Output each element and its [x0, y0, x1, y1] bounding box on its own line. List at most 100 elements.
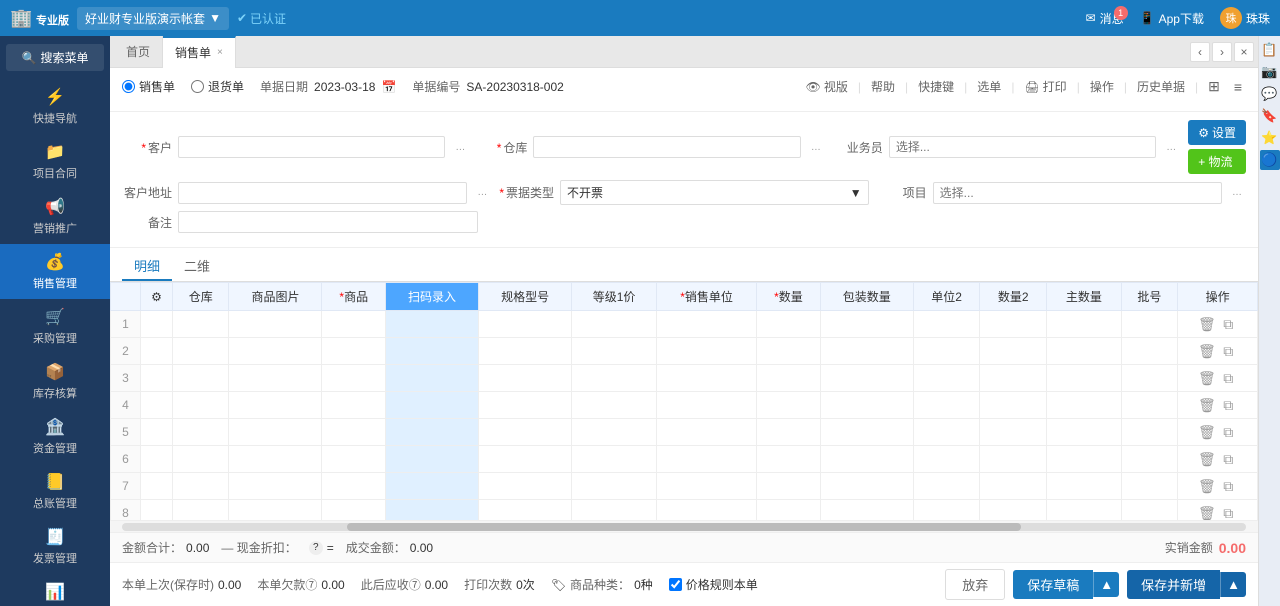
row-sales-unit-col[interactable]: [657, 365, 757, 392]
row-batch-entry-col[interactable]: [386, 419, 479, 446]
row-product-col[interactable]: [322, 473, 386, 500]
row-spec-col[interactable]: [479, 311, 572, 338]
warehouse-dots-button[interactable]: …: [807, 142, 825, 153]
row-copy-icon[interactable]: ⧉: [1219, 369, 1237, 387]
save-new-button[interactable]: 保存并新增: [1127, 570, 1220, 599]
scrollbar-track[interactable]: [122, 523, 1246, 531]
table-row[interactable]: 4 🗑 ⧉: [111, 392, 1258, 419]
print-button[interactable]: 🖨 打印: [1020, 76, 1070, 97]
row-copy-icon[interactable]: ⧉: [1219, 477, 1237, 495]
right-panel-icon-1[interactable]: 📋: [1260, 40, 1280, 60]
sidebar-item-general-ledger[interactable]: 📒 总账管理: [0, 464, 110, 519]
row-sales-unit-col[interactable]: [657, 392, 757, 419]
note-input[interactable]: [178, 211, 478, 233]
address-input[interactable]: [178, 182, 467, 204]
row-delete-icon[interactable]: 🗑: [1198, 342, 1216, 360]
sidebar-item-inventory[interactable]: 📦 库存核算: [0, 354, 110, 409]
row-price1-col[interactable]: [572, 473, 657, 500]
row-sales-unit-col[interactable]: [657, 446, 757, 473]
row-warehouse-col[interactable]: [173, 311, 229, 338]
sidebar-item-marketing[interactable]: 📢 营销推广: [0, 189, 110, 244]
row-price1-col[interactable]: [572, 419, 657, 446]
row-unit2-col[interactable]: [913, 338, 980, 365]
tab-sales[interactable]: 销售单 ×: [163, 36, 236, 68]
sidebar-item-project[interactable]: 📁 项目合同: [0, 134, 110, 189]
row-unit2-col[interactable]: [913, 500, 980, 521]
row-main-qty-col[interactable]: [1046, 392, 1121, 419]
tab-home[interactable]: 首页: [114, 36, 163, 68]
tab-close-button[interactable]: ×: [217, 47, 223, 58]
row-quantity-col[interactable]: [757, 338, 821, 365]
row-batch-entry-col[interactable]: [386, 500, 479, 521]
row-copy-icon[interactable]: ⧉: [1219, 315, 1237, 333]
row-spec-col[interactable]: [479, 365, 572, 392]
row-batch-col[interactable]: [1121, 338, 1177, 365]
table-row[interactable]: 3 🗑 ⧉: [111, 365, 1258, 392]
calendar-icon[interactable]: 📅: [381, 80, 396, 94]
row-copy-icon[interactable]: ⧉: [1219, 423, 1237, 441]
row-pack-qty-col[interactable]: [820, 419, 913, 446]
sidebar-item-capital[interactable]: 🏦 资金管理: [0, 409, 110, 464]
table-container[interactable]: ⚙ 仓库 商品图片 *商品 扫码录入 规格型号 等级1价 *销售单位 *数量: [110, 282, 1258, 520]
row-spec-col[interactable]: [479, 473, 572, 500]
row-product-col[interactable]: [322, 446, 386, 473]
history-button[interactable]: 历史单据: [1133, 76, 1189, 97]
row-product-col[interactable]: [322, 419, 386, 446]
row-delete-icon[interactable]: 🗑: [1198, 504, 1216, 520]
view-button[interactable]: 👁 视版: [802, 76, 852, 97]
row-warehouse-col[interactable]: [173, 365, 229, 392]
abandon-button[interactable]: 放弃: [945, 569, 1005, 600]
row-quantity-col[interactable]: [757, 446, 821, 473]
row-batch-entry-col[interactable]: [386, 365, 479, 392]
sidebar-item-quick-nav[interactable]: ⚡ 快捷导航: [0, 79, 110, 134]
table-row[interactable]: 8 🗑 ⧉: [111, 500, 1258, 521]
row-unit2-col[interactable]: [913, 419, 980, 446]
row-quantity-col[interactable]: [757, 419, 821, 446]
sidebar-item-invoice[interactable]: 🧾 发票管理: [0, 519, 110, 574]
right-panel-icon-6[interactable]: 🔵: [1260, 150, 1280, 170]
row-batch-col[interactable]: [1121, 500, 1177, 521]
right-panel-icon-5[interactable]: ⭐: [1260, 128, 1280, 148]
row-delete-icon[interactable]: 🗑: [1198, 423, 1216, 441]
row-qty2-col[interactable]: [980, 473, 1047, 500]
row-batch-col[interactable]: [1121, 392, 1177, 419]
app-download-action[interactable]: 📱 App下载: [1140, 10, 1204, 27]
row-batch-col[interactable]: [1121, 419, 1177, 446]
sales-radio-input[interactable]: [122, 80, 135, 93]
row-qty2-col[interactable]: [980, 446, 1047, 473]
row-quantity-col[interactable]: [757, 473, 821, 500]
search-menu-button[interactable]: 🔍 搜索菜单: [6, 44, 104, 71]
row-spec-col[interactable]: [479, 392, 572, 419]
row-qty2-col[interactable]: [980, 419, 1047, 446]
tab-next-button[interactable]: ›: [1212, 42, 1232, 62]
save-draft-button[interactable]: 保存草稿: [1013, 570, 1093, 599]
row-batch-entry-col[interactable]: [386, 446, 479, 473]
row-pack-qty-col[interactable]: [820, 500, 913, 521]
horizontal-scrollbar[interactable]: [110, 520, 1258, 532]
row-copy-icon[interactable]: ⧉: [1219, 504, 1237, 520]
save-new-dropdown[interactable]: ▲: [1220, 572, 1246, 597]
row-qty2-col[interactable]: [980, 338, 1047, 365]
row-batch-col[interactable]: [1121, 446, 1177, 473]
row-pack-qty-col[interactable]: [820, 473, 913, 500]
row-unit2-col[interactable]: [913, 365, 980, 392]
row-batch-entry-col[interactable]: [386, 311, 479, 338]
tab-close-all-button[interactable]: ×: [1234, 42, 1254, 62]
row-qty2-col[interactable]: [980, 365, 1047, 392]
row-delete-icon[interactable]: 🗑: [1198, 450, 1216, 468]
row-price1-col[interactable]: [572, 365, 657, 392]
row-delete-icon[interactable]: 🗑: [1198, 396, 1216, 414]
row-delete-icon[interactable]: 🗑: [1198, 369, 1216, 387]
row-pack-qty-col[interactable]: [820, 446, 913, 473]
project-input[interactable]: [933, 182, 1222, 204]
row-main-qty-col[interactable]: [1046, 473, 1121, 500]
row-price1-col[interactable]: [572, 500, 657, 521]
right-panel-icon-3[interactable]: 💬: [1260, 84, 1280, 104]
row-pack-qty-col[interactable]: [820, 392, 913, 419]
address-dots-button[interactable]: …: [473, 187, 491, 198]
row-quantity-col[interactable]: [757, 392, 821, 419]
row-spec-col[interactable]: [479, 419, 572, 446]
row-unit2-col[interactable]: [913, 311, 980, 338]
row-quantity-col[interactable]: [757, 311, 821, 338]
row-main-qty-col[interactable]: [1046, 419, 1121, 446]
